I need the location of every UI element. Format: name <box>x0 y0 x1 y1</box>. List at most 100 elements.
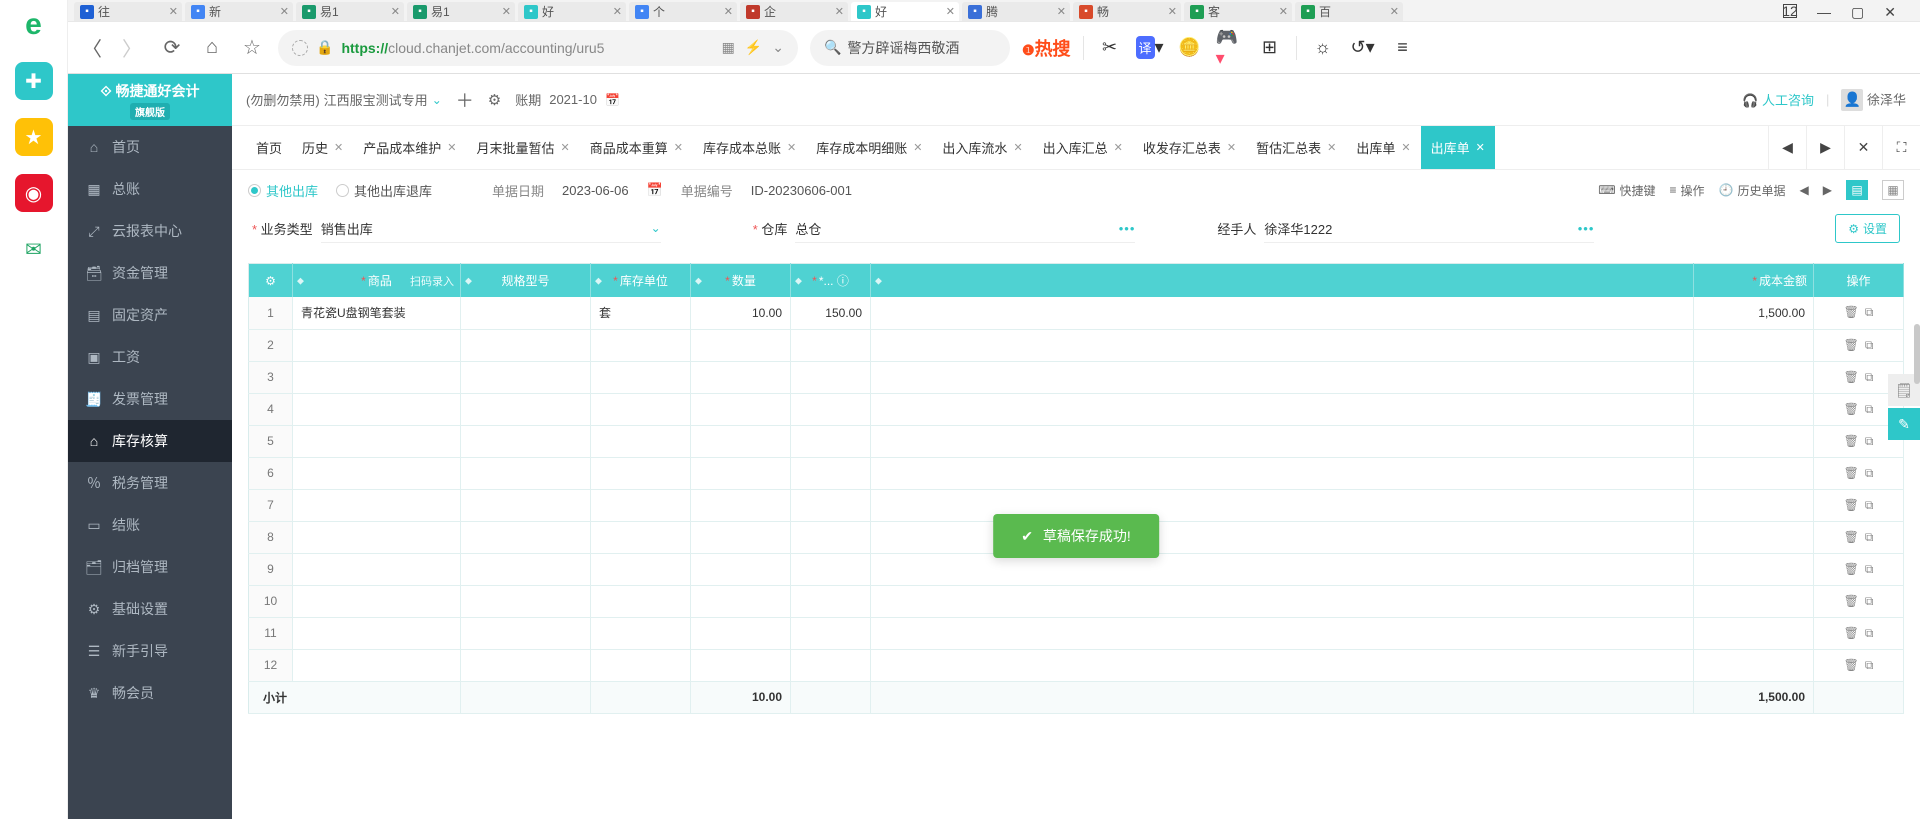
delete-row-icon[interactable]: 🗑 <box>1844 658 1859 672</box>
browser-tab[interactable]: ▪好✕ <box>518 2 626 21</box>
cell-product[interactable] <box>293 585 461 617</box>
close-icon[interactable]: ✕ <box>1057 5 1066 18</box>
cell-blank[interactable] <box>871 457 1694 489</box>
cell-blank[interactable] <box>871 425 1694 457</box>
tabs-close-all[interactable]: ✕ <box>1844 126 1882 169</box>
close-icon[interactable]: ✕ <box>1390 5 1399 18</box>
gear-icon[interactable]: ⚙ <box>488 91 501 109</box>
cell-unit[interactable] <box>591 553 691 585</box>
doc-date-value[interactable]: 2023-06-06 <box>562 183 629 198</box>
bolt-icon[interactable]: ⚡ <box>745 39 762 56</box>
copy-row-icon[interactable]: ⧉ <box>1865 562 1874 576</box>
cell-price[interactable] <box>791 457 871 489</box>
copy-row-icon[interactable]: ⧉ <box>1865 402 1874 416</box>
page-tab[interactable]: 收发存汇总表✕ <box>1133 126 1246 169</box>
close-icon[interactable]: ✕ <box>561 141 570 154</box>
forward-icon[interactable]: 〉 <box>118 34 146 62</box>
copy-row-icon[interactable]: ⧉ <box>1865 370 1874 384</box>
shortcut-link[interactable]: ⌨ 快捷键 <box>1598 182 1655 199</box>
close-icon[interactable]: ✕ <box>835 5 844 18</box>
add-button[interactable]: ＋ <box>456 87 474 113</box>
close-icon[interactable]: ✕ <box>1401 141 1410 154</box>
close-icon[interactable]: ✕ <box>1168 5 1177 18</box>
cell-amount[interactable] <box>1694 521 1814 553</box>
sidebar-item-inventory[interactable]: ⌂库存核算 <box>68 420 232 462</box>
close-icon[interactable]: ✕ <box>1327 141 1336 154</box>
close-icon[interactable]: ✕ <box>447 141 456 154</box>
cell-unit[interactable]: 套 <box>591 297 691 329</box>
browser-tab[interactable]: ▪个✕ <box>629 2 737 21</box>
warehouse-input[interactable]: 总仓••• <box>795 215 1135 243</box>
cell-price[interactable] <box>791 329 871 361</box>
sidebar-item-fixed-assets[interactable]: ▤固定资产 <box>68 294 232 336</box>
page-tab[interactable]: 出入库汇总✕ <box>1033 126 1133 169</box>
cell-price[interactable] <box>791 361 871 393</box>
cell-blank[interactable] <box>871 585 1694 617</box>
cell-unit[interactable] <box>591 361 691 393</box>
cell-qty[interactable] <box>691 329 791 361</box>
mail-icon[interactable]: ✉ <box>15 230 53 268</box>
cell-price[interactable] <box>791 489 871 521</box>
delete-row-icon[interactable]: 🗑 <box>1844 370 1859 384</box>
cell-amount[interactable] <box>1694 649 1814 681</box>
close-icon[interactable]: ✕ <box>502 5 511 18</box>
cell-amount[interactable]: 1,500.00 <box>1694 297 1814 329</box>
sidebar-item-membership[interactable]: ♛畅会员 <box>68 672 232 714</box>
qr-icon[interactable]: ▦ <box>722 39 735 56</box>
window-maximize[interactable]: ▢ <box>1851 4 1864 21</box>
close-icon[interactable]: ✕ <box>946 5 955 18</box>
cell-amount[interactable] <box>1694 457 1814 489</box>
cell-qty[interactable] <box>691 489 791 521</box>
cell-qty[interactable] <box>691 425 791 457</box>
cell-spec[interactable] <box>461 649 591 681</box>
star-icon[interactable]: ☆ <box>238 34 266 62</box>
cell-blank[interactable] <box>871 361 1694 393</box>
user-menu[interactable]: 👤 徐泽华 <box>1841 89 1906 111</box>
cell-amount[interactable] <box>1694 585 1814 617</box>
cell-qty[interactable] <box>691 553 791 585</box>
copy-row-icon[interactable]: ⧉ <box>1865 305 1874 319</box>
close-icon[interactable]: ✕ <box>280 5 289 18</box>
page-tab[interactable]: 月末批量暂估✕ <box>466 126 579 169</box>
cell-amount[interactable] <box>1694 553 1814 585</box>
close-icon[interactable]: ✕ <box>1114 141 1123 154</box>
copy-row-icon[interactable]: ⧉ <box>1865 658 1874 672</box>
table-row[interactable]: 4🗑⧉ <box>249 393 1904 425</box>
support-link[interactable]: 🎧 人工咨询 <box>1742 90 1814 109</box>
sidebar-item-general-ledger[interactable]: ▦总账 <box>68 168 232 210</box>
weibo-icon[interactable]: ◉ <box>15 174 53 212</box>
cell-product[interactable] <box>293 425 461 457</box>
period-value[interactable]: 2021-10 <box>549 92 597 107</box>
url-chevron-down-icon[interactable]: ⌄ <box>772 39 784 56</box>
sidebar-item-invoice-mgmt[interactable]: 🧾发票管理 <box>68 378 232 420</box>
undo-icon[interactable]: ↺▾ <box>1349 34 1377 62</box>
close-icon[interactable]: ✕ <box>787 141 796 154</box>
coin-icon[interactable]: 🪙 <box>1176 34 1204 62</box>
cell-price[interactable]: 150.00 <box>791 297 871 329</box>
float-feedback-icon[interactable]: ✎ <box>1888 408 1920 440</box>
cell-amount[interactable] <box>1694 393 1814 425</box>
cell-price[interactable] <box>791 521 871 553</box>
browser-tab[interactable]: ▪往✕ <box>74 2 182 21</box>
copy-row-icon[interactable]: ⧉ <box>1865 498 1874 512</box>
copy-row-icon[interactable]: ⧉ <box>1865 530 1874 544</box>
menu-icon[interactable]: ≡ <box>1389 34 1417 62</box>
more-icon[interactable]: ••• <box>1578 221 1595 236</box>
col-spec[interactable]: ◆规格型号 <box>461 264 591 298</box>
cell-unit[interactable] <box>591 457 691 489</box>
close-icon[interactable]: ✕ <box>674 141 683 154</box>
favorites-icon[interactable]: ★ <box>15 118 53 156</box>
cell-product[interactable] <box>293 617 461 649</box>
delete-row-icon[interactable]: 🗑 <box>1844 466 1859 480</box>
browser-tab[interactable]: ▪易1✕ <box>296 2 404 21</box>
cell-amount[interactable] <box>1694 329 1814 361</box>
handler-input[interactable]: 徐泽华1222••• <box>1264 215 1594 243</box>
company-selector[interactable]: (勿删勿禁用) 江西服宝测试专用 ⌄ <box>246 90 442 109</box>
copy-row-icon[interactable]: ⧉ <box>1865 466 1874 480</box>
sidebar-item-archive[interactable]: 🗂归档管理 <box>68 546 232 588</box>
refresh-icon[interactable]: ⟳ <box>158 34 186 62</box>
cell-spec[interactable] <box>461 393 591 425</box>
copy-row-icon[interactable]: ⧉ <box>1865 594 1874 608</box>
page-tab[interactable]: 暂估汇总表✕ <box>1246 126 1346 169</box>
cell-unit[interactable] <box>591 489 691 521</box>
